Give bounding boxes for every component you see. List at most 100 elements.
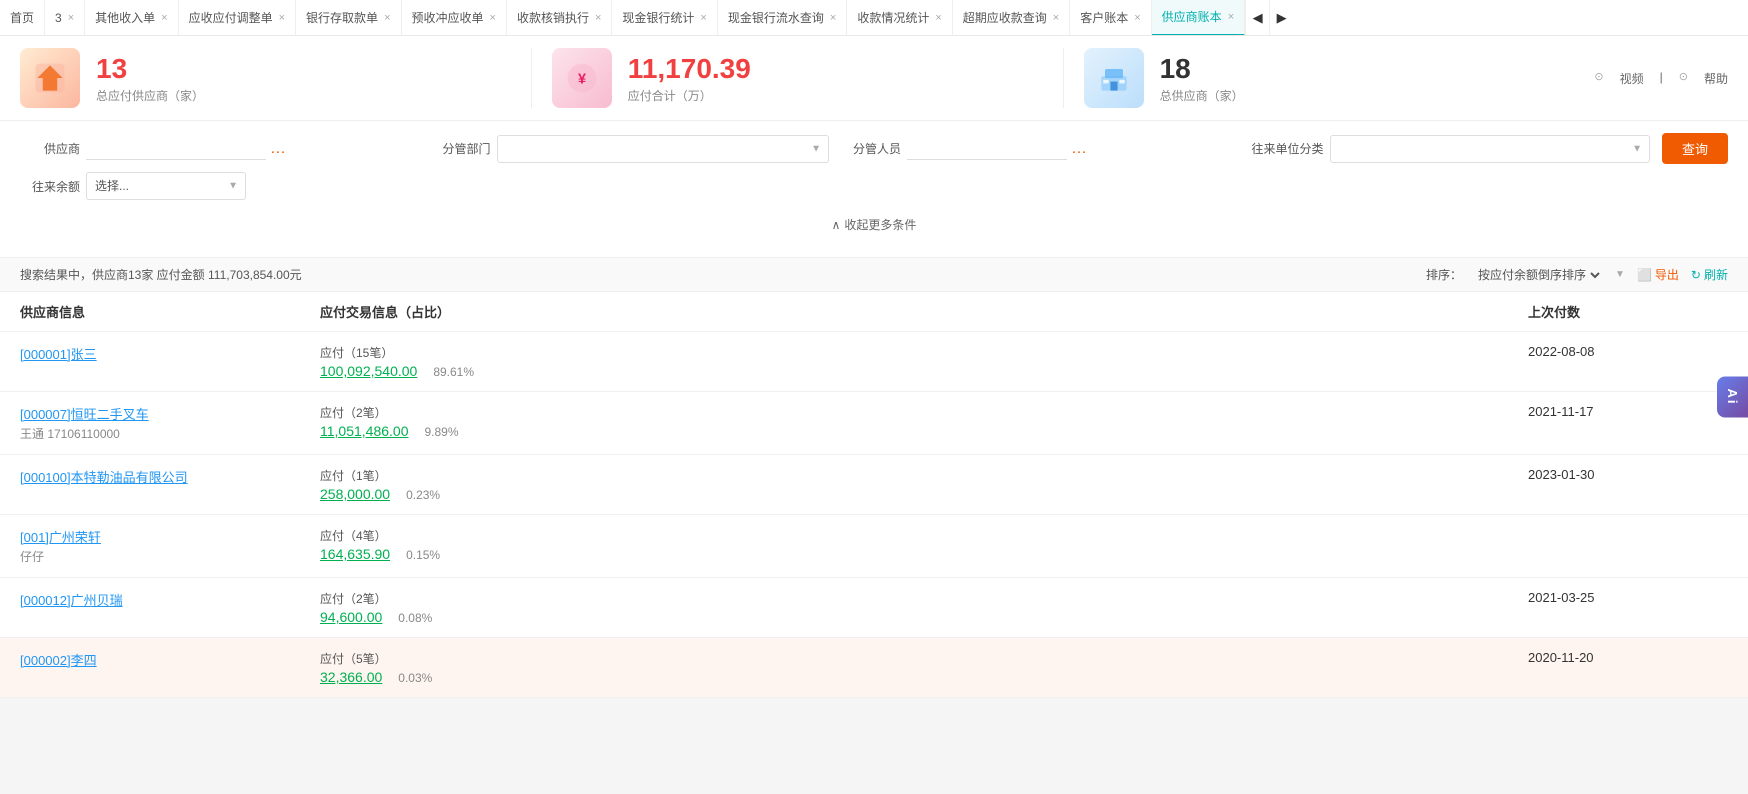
table-header: 供应商信息 应付交易信息（占比） 上次付数	[0, 292, 1748, 332]
close-icon[interactable]: ×	[700, 12, 706, 24]
result-summary: 搜索结果中，供应商13家 应付金额 111,703,854.00元	[20, 266, 302, 283]
result-bar: 搜索结果中，供应商13家 应付金额 111,703,854.00元 排序： 按应…	[0, 258, 1748, 292]
txn-amount[interactable]: 11,051,486.00	[320, 423, 409, 439]
refresh-button[interactable]: ↻ 刷新	[1691, 266, 1728, 283]
txn-row: 100,092,540.00 89.61%	[320, 361, 1528, 379]
filter-balance-select[interactable]: 选择...	[86, 172, 246, 200]
collapse-button[interactable]: ∧ 收起更多条件	[832, 216, 917, 233]
total-text: 18 总供应商（家）	[1160, 52, 1244, 105]
txn-label: 应付（4笔）	[320, 527, 1528, 544]
collapse-label: 收起更多条件	[844, 216, 916, 233]
nav-tab-overdue[interactable]: 超期应收款查询 ×	[953, 0, 1070, 36]
nav-tab-overdue-label: 超期应收款查询	[963, 9, 1047, 26]
vendor-link[interactable]: [001]广州荣轩	[20, 530, 101, 545]
vendor-dots-icon[interactable]: …	[270, 140, 286, 158]
close-icon[interactable]: ×	[490, 12, 496, 24]
refresh-label: 刷新	[1704, 266, 1728, 283]
vendor-link[interactable]: [000002]李四	[20, 653, 97, 668]
ai-label: Ai	[1725, 389, 1740, 406]
person-dots-icon[interactable]: …	[1071, 140, 1087, 158]
nav-tab-home[interactable]: 首页	[0, 0, 45, 36]
close-icon[interactable]: ×	[830, 12, 836, 24]
nav-tab-cash-bank-stats-label: 现金银行统计	[622, 9, 694, 26]
search-button[interactable]: 查询	[1662, 133, 1728, 164]
nav-tab-3[interactable]: 3 ×	[45, 0, 85, 36]
nav-tab-ap-adjust[interactable]: 应收应付调整单 ×	[179, 0, 296, 36]
close-icon[interactable]: ×	[279, 12, 285, 24]
nav-tab-other-income[interactable]: 其他收入单 ×	[85, 0, 178, 36]
txn-amount[interactable]: 32,366.00	[320, 669, 382, 685]
txn-label: 应付（2笔）	[320, 404, 1528, 421]
close-icon[interactable]: ×	[384, 12, 390, 24]
sort-label: 排序：	[1426, 266, 1462, 283]
sort-select[interactable]: 按应付余额倒序排序	[1474, 267, 1603, 283]
close-icon[interactable]: ×	[1053, 12, 1059, 24]
table-container: 供应商信息 应付交易信息（占比） 上次付数 [000001]张三 应付（15笔）…	[0, 292, 1748, 698]
nav-tab-receipt-stats[interactable]: 收款情况统计 ×	[847, 0, 952, 36]
nav-arrow-right[interactable]: ▶	[1269, 0, 1293, 36]
txn-amount[interactable]: 164,635.90	[320, 546, 390, 562]
txn-amount[interactable]: 94,600.00	[320, 609, 382, 625]
filter-category-select[interactable]	[1330, 135, 1650, 163]
vendor-link[interactable]: [000100]本特勒油品有限公司	[20, 470, 188, 485]
close-icon[interactable]: ×	[68, 12, 74, 24]
filter-row-1: 供应商 … 分管部门 ▼ 分管人员 … 往来单位分类 ▼ 查询	[20, 133, 1728, 164]
total-count-value: 18	[1160, 52, 1244, 86]
txn-label: 应付（15笔）	[320, 344, 1528, 361]
close-icon[interactable]: ×	[595, 12, 601, 24]
vendor-count-text: 13 总应付供应商（家）	[96, 52, 204, 105]
filter-item-vendor: 供应商 …	[20, 137, 419, 160]
nav-tab-bank-deposit[interactable]: 银行存取款单 ×	[296, 0, 401, 36]
nav-tab-vendor-account[interactable]: 供应商账本 ×	[1152, 0, 1245, 36]
close-icon[interactable]: ×	[1134, 12, 1140, 24]
nav-tab-cash-bank-flow[interactable]: 现金银行流水查询 ×	[718, 0, 847, 36]
vendor-count-value: 13	[96, 52, 204, 86]
txn-amount[interactable]: 100,092,540.00	[320, 363, 417, 379]
help-link[interactable]: 帮助	[1704, 70, 1728, 87]
amount-value: 11,170.39	[628, 52, 751, 86]
txn-row: 94,600.00 0.08%	[320, 607, 1528, 625]
export-button[interactable]: ⬜ 导出	[1637, 266, 1679, 283]
col-header-vendor: 供应商信息	[20, 302, 320, 321]
close-icon[interactable]: ×	[935, 12, 941, 24]
nav-tab-cash-bank-stats[interactable]: 现金银行统计 ×	[612, 0, 717, 36]
nav-tab-receipt-verify-label: 收款核销执行	[517, 9, 589, 26]
nav-tab-receipt-verify[interactable]: 收款核销执行 ×	[507, 0, 612, 36]
filter-dept-select[interactable]	[497, 135, 830, 163]
chevron-up-icon: ∧	[832, 218, 841, 232]
table-row: [000001]张三 应付（15笔） 100,092,540.00 89.61%…	[0, 332, 1748, 392]
vendor-sub: 王通 17106110000	[20, 425, 320, 442]
last-pay-cell: 2022-08-08	[1528, 344, 1728, 359]
vendor-link[interactable]: [000001]张三	[20, 347, 97, 362]
txn-amount[interactable]: 258,000.00	[320, 486, 390, 502]
txn-label: 应付（5笔）	[320, 650, 1528, 667]
amount-text: 11,170.39 应付合计（万）	[628, 52, 751, 105]
txn-cell: 应付（5笔） 32,366.00 0.03%	[320, 650, 1528, 685]
close-icon[interactable]: ×	[161, 12, 167, 24]
top-nav: 首页 3 × 其他收入单 × 应收应付调整单 × 银行存取款单 × 预收冲应收单…	[0, 0, 1748, 36]
filter-area: 供应商 … 分管部门 ▼ 分管人员 … 往来单位分类 ▼ 查询	[0, 121, 1748, 258]
collapse-section: ∧ 收起更多条件	[20, 208, 1728, 249]
stat-top-right: ⊙ 视频 | ⊙ 帮助	[1594, 70, 1728, 87]
filter-vendor-input[interactable]	[86, 137, 266, 160]
nav-tab-prepay[interactable]: 预收冲应收单 ×	[402, 0, 507, 36]
last-pay-date: 2020-11-20	[1528, 650, 1594, 665]
filter-category-label: 往来单位分类	[1252, 140, 1324, 157]
col-header-last-pay: 上次付数	[1528, 302, 1728, 321]
ai-fab-button[interactable]: Ai	[1717, 377, 1748, 418]
video-link[interactable]: 视频	[1620, 70, 1644, 87]
table-row: [000007]恒旺二手叉车 王通 17106110000 应付（2笔） 11,…	[0, 392, 1748, 455]
vendor-link[interactable]: [000007]恒旺二手叉车	[20, 407, 149, 422]
txn-pct: 0.03%	[398, 671, 432, 685]
table-row: [001]广州荣轩 仔仔 应付（4笔） 164,635.90 0.15%	[0, 515, 1748, 578]
vendor-link[interactable]: [000012]广州贝瑞	[20, 593, 123, 608]
nav-arrow-left[interactable]: ◀	[1245, 0, 1269, 36]
filter-person-input[interactable]	[907, 137, 1067, 160]
close-icon[interactable]: ×	[1228, 11, 1234, 23]
export-label: 导出	[1655, 266, 1679, 283]
amount-icon: ¥	[552, 48, 612, 108]
table-row: [000100]本特勒油品有限公司 应付（1笔） 258,000.00 0.23…	[0, 455, 1748, 515]
nav-tab-customer-account[interactable]: 客户账本 ×	[1070, 0, 1151, 36]
circle-icon: ⊙	[1594, 70, 1603, 83]
total-icon	[1084, 48, 1144, 108]
